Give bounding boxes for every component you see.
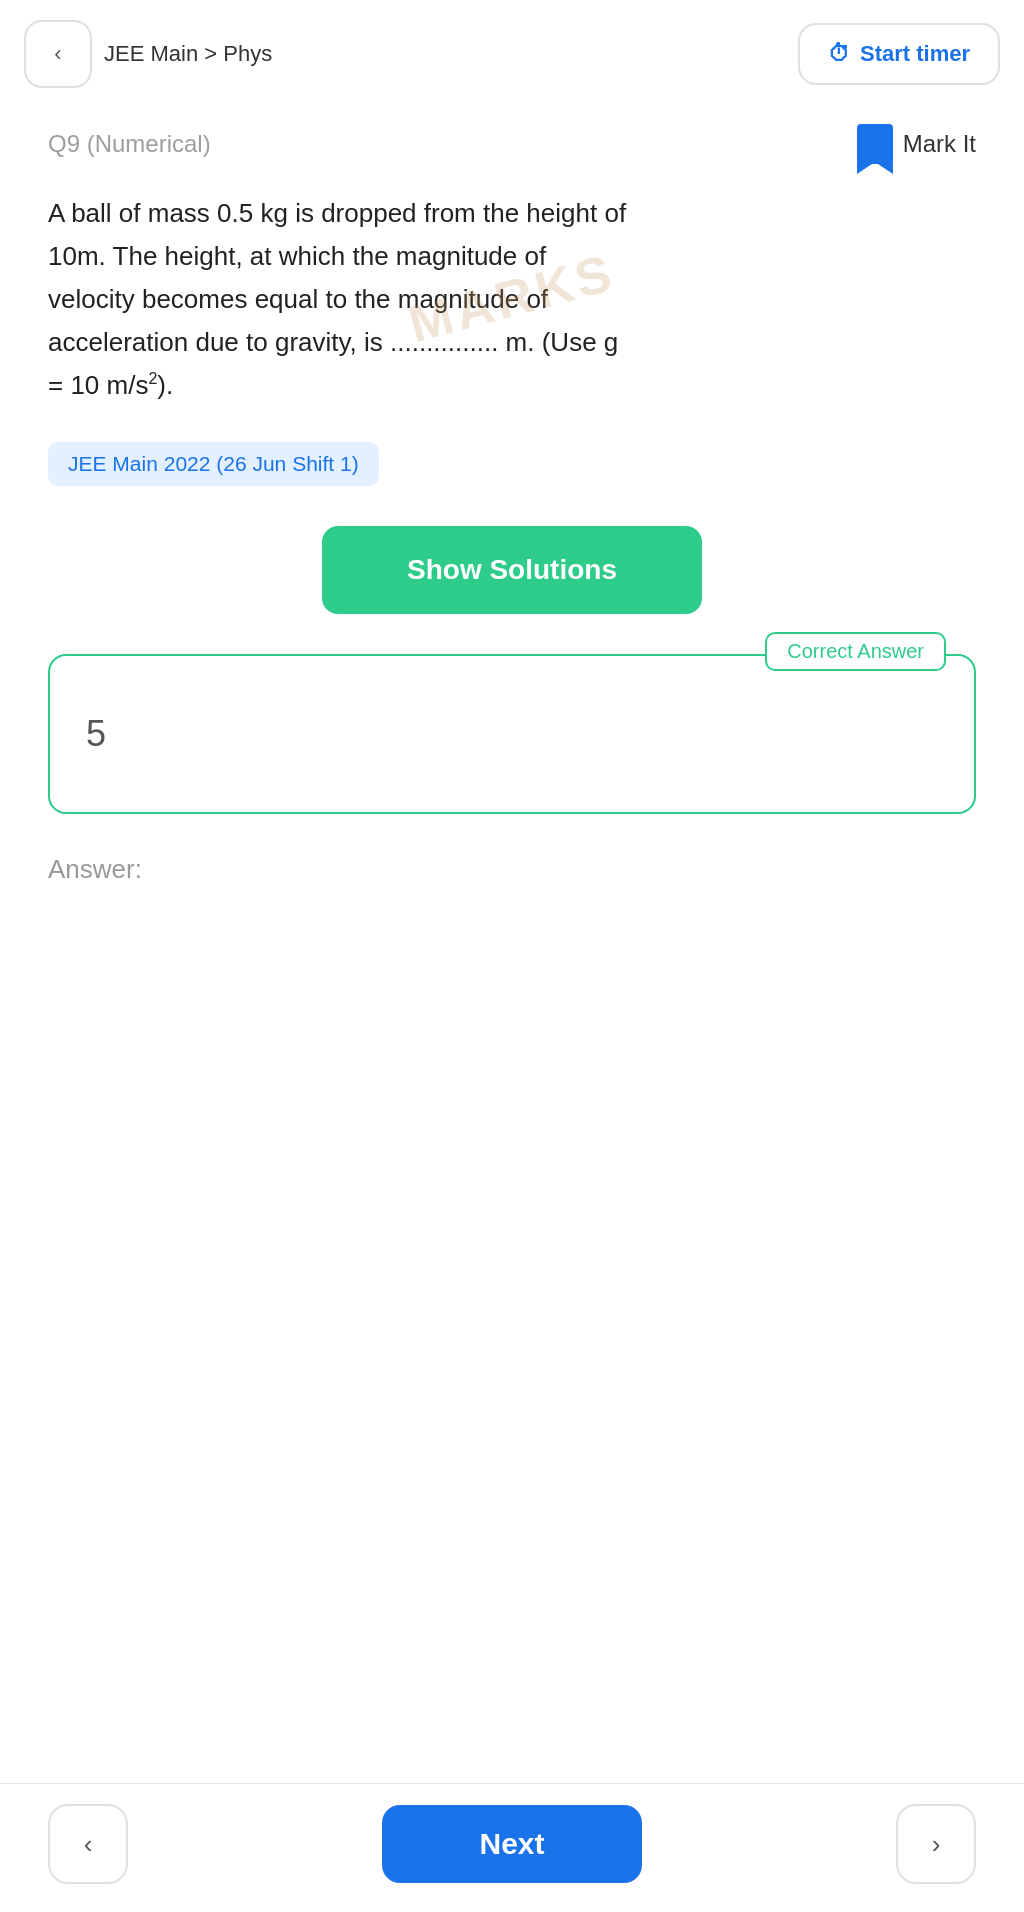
mark-it-label: Mark It	[903, 130, 976, 158]
next-button[interactable]: Next	[382, 1805, 642, 1883]
prev-button[interactable]: ‹	[48, 1804, 128, 1884]
question-line4: acceleration due to gravity, is ........…	[48, 327, 618, 357]
answer-section: Answer:	[48, 854, 976, 885]
breadcrumb: JEE Main > Phys	[104, 41, 272, 67]
correct-answer-box: 5	[48, 654, 976, 814]
header: ‹ JEE Main > Phys ⏱ Start timer	[0, 0, 1024, 104]
timer-label: Start timer	[860, 41, 970, 67]
question-label: Q9 (Numerical)	[48, 130, 211, 158]
bookmark-icon	[857, 124, 893, 164]
correct-answer-value: 5	[86, 713, 106, 755]
timer-icon: ⏱	[828, 41, 850, 67]
question-line1: A ball of mass 0.5 kg is dropped from th…	[48, 198, 626, 228]
forward-button[interactable]: ›	[896, 1804, 976, 1884]
question-header: Q9 (Numerical) Mark It	[48, 124, 976, 164]
bottom-nav: ‹ Next ›	[0, 1783, 1024, 1912]
question-tag: JEE Main 2022 (26 Jun Shift 1)	[48, 442, 379, 486]
answer-label: Answer:	[48, 854, 142, 884]
back-button[interactable]: ‹	[24, 20, 92, 88]
mark-it-button[interactable]: Mark It	[857, 124, 976, 164]
question-line3: velocity becomes equal to the magnitude …	[48, 284, 548, 314]
header-left: ‹ JEE Main > Phys	[24, 20, 272, 88]
correct-answer-label: Correct Answer	[765, 632, 946, 671]
question-text: MARKS A ball of mass 0.5 kg is dropped f…	[48, 192, 976, 406]
start-timer-button[interactable]: ⏱ Start timer	[798, 23, 1000, 85]
main-content: Q9 (Numerical) Mark It MARKS A ball of m…	[0, 104, 1024, 945]
show-solutions-button[interactable]: Show Solutions	[322, 526, 702, 614]
correct-answer-container: Correct Answer 5	[48, 654, 976, 814]
question-line5: = 10 m/s2).	[48, 370, 173, 400]
question-line2: 10m. The height, at which the magnitude …	[48, 241, 546, 271]
